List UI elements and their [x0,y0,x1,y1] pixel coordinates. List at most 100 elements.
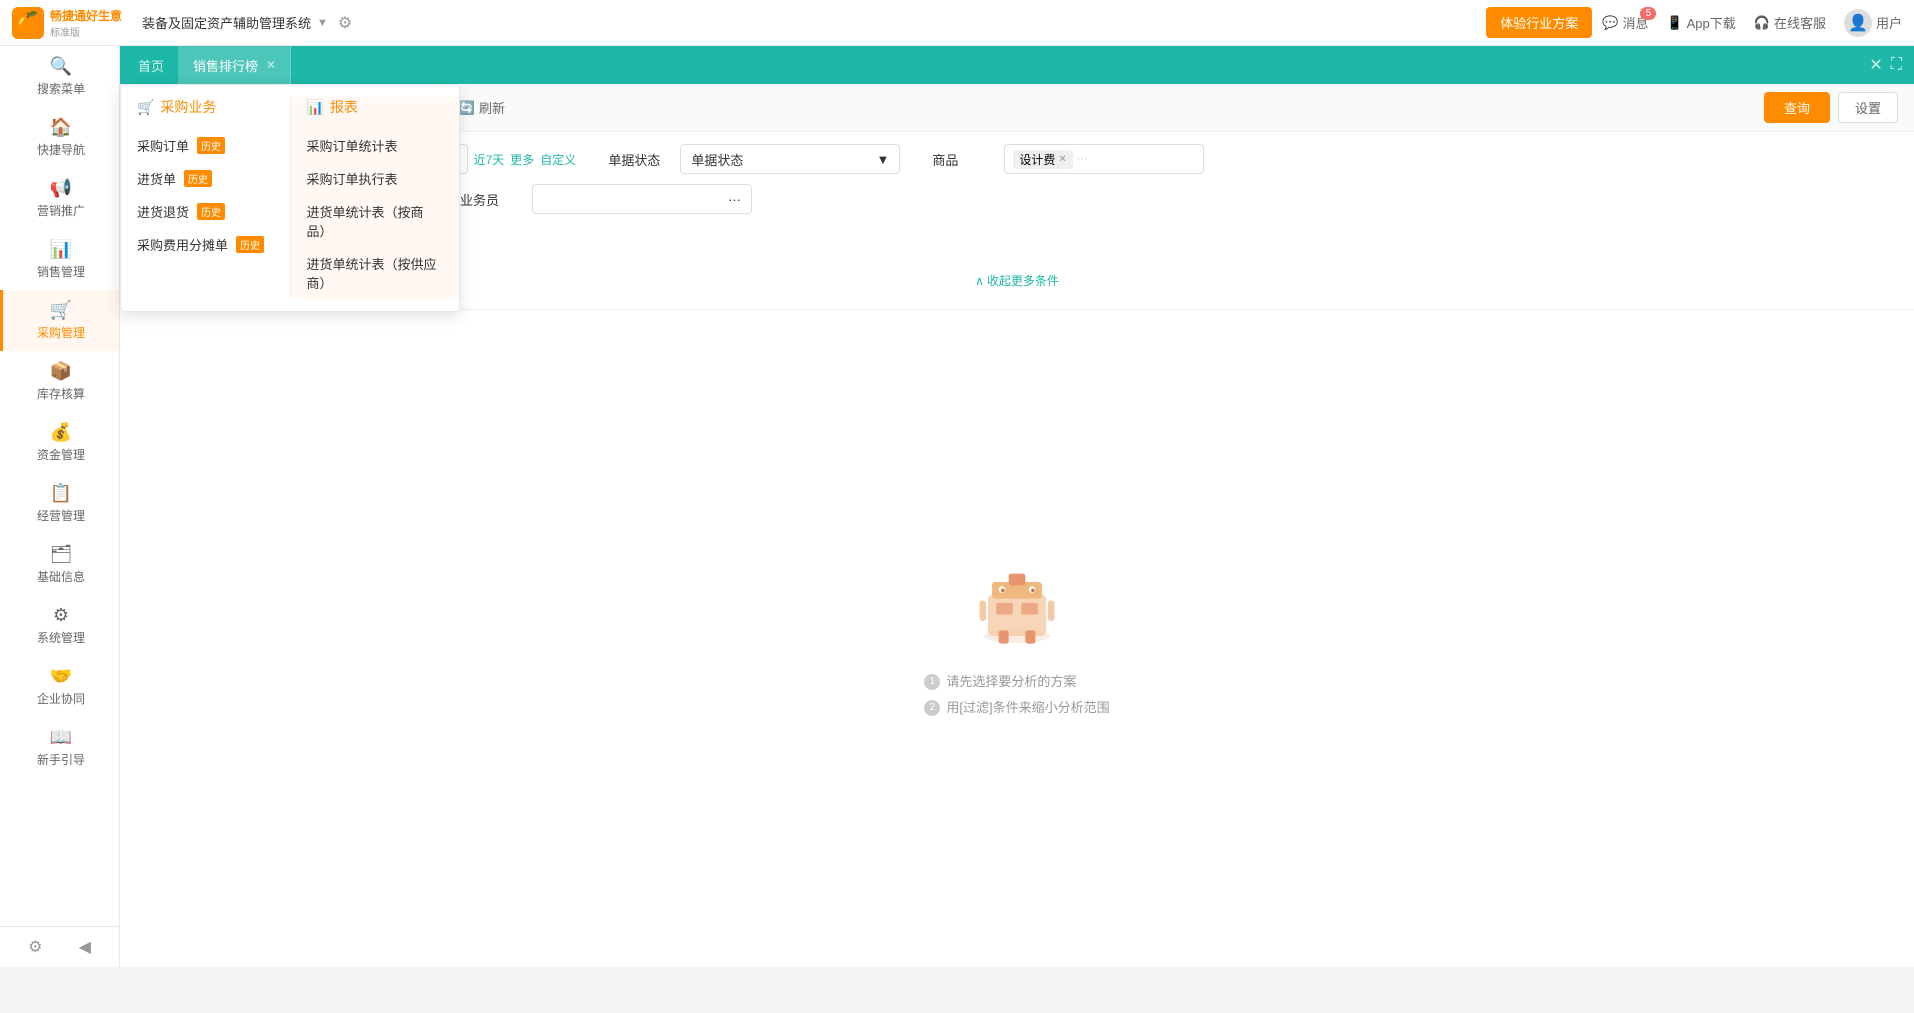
industry-btn[interactable]: 体验行业方案 [1486,7,1592,38]
step-num-1: 1 [924,674,940,690]
sidebar-item-purchase-label: 采购管理 [37,324,85,341]
refresh-btn[interactable]: 🔄 刷新 [451,94,513,121]
salesperson-arrow: ··· [728,192,741,207]
sidebar-item-inventory-label: 库存核算 [37,385,85,402]
step-num-2: 2 [924,700,940,716]
tab-sales-rank-label: 销售排行榜 [193,56,258,75]
report-col-title: 📊 报表 [307,97,444,119]
sidebar-item-purchase[interactable]: 🛒 采购管理 [0,290,119,351]
sidebar-item-system-label: 系统管理 [37,629,85,646]
sidebar-item-quick[interactable]: 🏠 快捷导航 [0,107,119,168]
top-right-area: 💬 消息 5 📱 App下载 🎧 在线客服 👤 用户 [1602,9,1902,37]
avatar: 👤 [1844,9,1872,37]
date-quick-7days[interactable]: 近7天 [474,151,505,168]
dropdown-item-report-2[interactable]: 进货单统计表（按商品） [307,195,444,247]
logo-icon: 🍊 [12,7,44,39]
sidebar-item-inventory[interactable]: 📦 库存核算 [0,351,119,412]
dropdown-item-inbound[interactable]: 进货单 历史 [137,162,274,195]
sidebar-item-basic[interactable]: 🗂 基础信息 [0,534,119,595]
product-tag: 设计费 ✕ [1013,150,1072,169]
sidebar-item-guide-label: 新手引导 [37,751,85,768]
sidebar-item-finance-label: 资金管理 [37,446,85,463]
notification-item[interactable]: 💬 消息 5 [1602,13,1648,32]
collapse-sidebar-icon[interactable]: ◀ [79,937,91,957]
doc-status-select[interactable]: 单据状态 ▼ [680,144,900,174]
sidebar-item-system[interactable]: ⚙ 系统管理 [0,595,119,656]
logo-text: 畅捷通好生意 标准版 [50,7,122,39]
sidebar-item-sales-label: 销售管理 [37,263,85,280]
sidebar-item-enterprise-label: 企业协同 [37,690,85,707]
operation-icon: 📋 [50,483,72,504]
sidebar-item-sales[interactable]: 📊 销售管理 [0,229,119,290]
purchase-dropdown-menu: 🛒 采购业务 采购订单 历史 进货单 历史 进货退货 历史 采购费用分摊单 [120,84,460,312]
dropdown-item-report-3[interactable]: 进货单统计表（按供应商） [307,247,444,299]
logo-area: 🍊 畅捷通好生意 标准版 [12,7,132,39]
sidebar-item-guide[interactable]: 📖 新手引导 [0,717,119,778]
query-btn[interactable]: 查询 [1764,92,1830,123]
user-item[interactable]: 👤 用户 [1844,9,1902,37]
settings-btn[interactable]: 设置 [1838,92,1898,123]
tab-bar: 首页 销售排行榜 ✕ ✕ ⛶ [120,46,1914,84]
dropdown-item-expense[interactable]: 采购费用分摊单 历史 [137,228,274,261]
doc-status-value: 单据状态 [691,150,743,169]
collapse-icon: ∧ [975,274,984,288]
sidebar-item-operation[interactable]: 📋 经营管理 [0,473,119,534]
sidebar-item-marketing[interactable]: 📢 营销推广 [0,168,119,229]
history-badge-1: 历史 [184,170,212,187]
basic-icon: 🗂 [50,544,73,565]
product-label: 商品 [932,150,992,169]
sidebar: 🔍 搜索菜单 🏠 快捷导航 📢 营销推广 📊 销售管理 🛒 采购管理 📦 库存核… [0,46,120,967]
history-badge-0: 历史 [197,137,225,154]
purchase-icon: 🛒 [50,300,72,321]
date-quick-more[interactable]: 更多 [510,151,534,168]
headset-icon: 🎧 [1754,15,1770,31]
empty-step-1: 1 请先选择要分析的方案 [924,669,1109,695]
settings-bottom-icon[interactable]: ⚙ [28,937,42,957]
search-icon: 🔍 [50,56,72,77]
sidebar-bottom: ⚙ ◀ [0,926,119,967]
sidebar-item-enterprise[interactable]: 🤝 企业协同 [0,656,119,717]
date-quick-custom[interactable]: 自定义 [540,151,576,168]
tab-maximize-icon[interactable]: ⛶ [1891,56,1902,74]
product-tag-value: 设计费 [1019,151,1055,168]
action-btns: 查询 设置 [1764,92,1898,123]
system-settings-icon[interactable]: ⚙ [338,13,352,33]
phone-icon: 📱 [1666,15,1682,31]
tab-close-icon[interactable]: ✕ [266,58,276,72]
notification-icon: 💬 [1602,15,1618,31]
sidebar-item-finance[interactable]: 💰 资金管理 [0,412,119,473]
product-tag-input[interactable]: 设计费 ✕ ··· [1004,144,1204,174]
online-service-item[interactable]: 🎧 在线客服 [1754,13,1826,32]
product-tag-close[interactable]: ✕ [1058,154,1066,165]
history-badge-3: 历史 [236,236,264,253]
inventory-icon: 📦 [50,361,72,382]
tab-home[interactable]: 首页 [124,46,179,84]
dropdown-item-report-0[interactable]: 采购订单统计表 [307,129,444,162]
refresh-icon: 🔄 [459,100,475,116]
empty-text-list: 1 请先选择要分析的方案 2 用[过滤]条件来缩小分析范围 [924,669,1109,721]
app-download-item[interactable]: 📱 App下载 [1666,13,1735,32]
sidebar-item-basic-label: 基础信息 [37,568,85,585]
sidebar-item-search-label: 搜索菜单 [37,80,85,97]
tab-sales-rank[interactable]: 销售排行榜 ✕ [179,46,291,84]
report-col: 📊 报表 采购订单统计表 采购订单执行表 进货单统计表（按商品） 进货单统计表（… [291,97,460,299]
finance-icon: 💰 [50,422,72,443]
dropdown-item-purchase-order[interactable]: 采购订单 历史 [137,129,274,162]
purchase-col-icon: 🛒 [137,99,154,116]
sidebar-item-operation-label: 经营管理 [37,507,85,524]
collapse-btn[interactable]: ∧ 收起更多条件 [975,268,1059,293]
marketing-icon: 📢 [50,178,72,199]
report-col-icon: 📊 [307,99,324,116]
doc-status-arrow: ▼ [876,152,889,167]
dropdown-item-return[interactable]: 进货退货 历史 [137,195,274,228]
sidebar-item-search[interactable]: 🔍 搜索菜单 [0,46,119,107]
sales-icon: 📊 [50,239,72,260]
salesperson-label: 业务员 [460,190,520,209]
enterprise-icon: 🤝 [50,666,72,687]
salesperson-select[interactable]: ··· [532,184,752,214]
tab-close-window-icon[interactable]: ✕ [1869,55,1882,75]
title-dropdown-arrow[interactable]: ▼ [317,17,328,29]
collapse-label: 收起更多条件 [987,272,1059,289]
home-icon: 🏠 [50,117,72,138]
dropdown-item-report-1[interactable]: 采购订单执行表 [307,162,444,195]
